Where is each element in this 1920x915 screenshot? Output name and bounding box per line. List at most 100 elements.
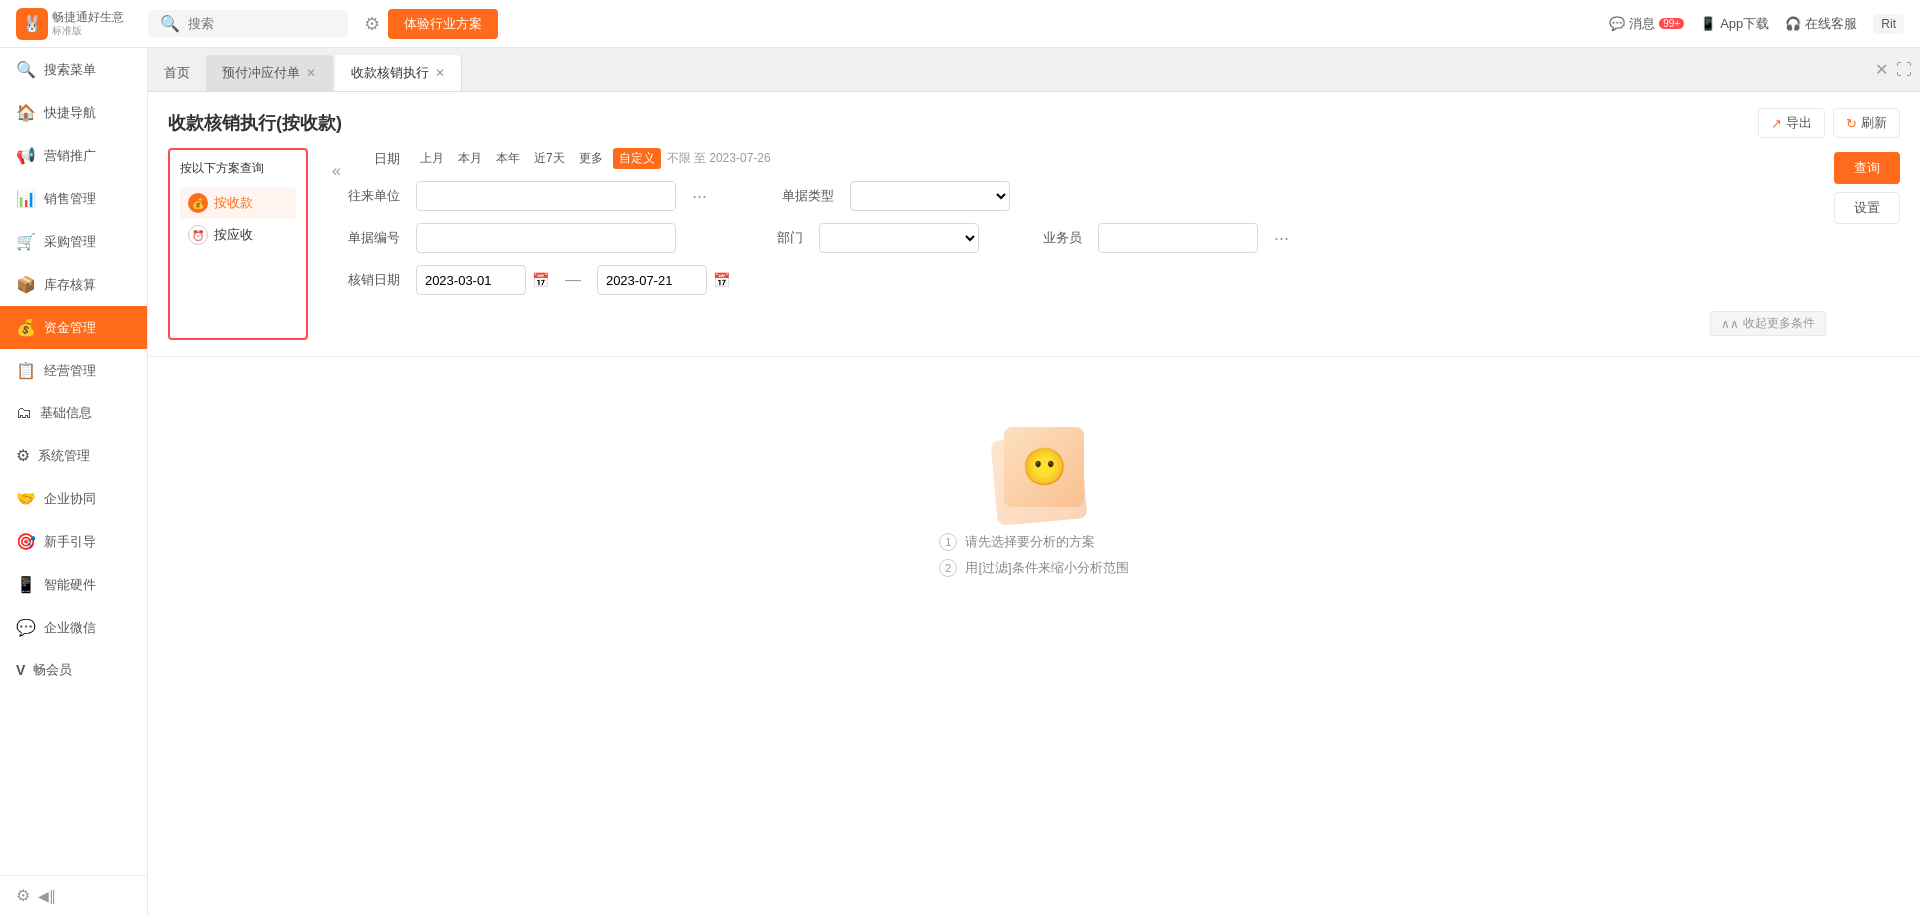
guide-icon: 🎯 xyxy=(16,532,36,551)
sidebar-item-marketing[interactable]: 📢 营销推广 xyxy=(0,134,147,177)
search-input[interactable] xyxy=(188,16,336,31)
settings-icon-btn[interactable]: ⚙ xyxy=(16,886,30,905)
date-custom[interactable]: 自定义 xyxy=(613,148,661,169)
counterparty-more-icon[interactable]: ··· xyxy=(692,186,707,207)
app-edition: 标准版 xyxy=(52,25,124,37)
corp-icon: 🤝 xyxy=(16,489,36,508)
query-button[interactable]: 查询 xyxy=(1834,152,1900,184)
sidebar-item-corp[interactable]: 🤝 企业协同 xyxy=(0,477,147,520)
docno-input[interactable] xyxy=(416,223,676,253)
system-icon: ⚙ xyxy=(16,446,30,465)
sidebar-label-corp: 企业协同 xyxy=(44,490,96,508)
date-last-month[interactable]: 上月 xyxy=(416,148,448,169)
date-more[interactable]: 更多 xyxy=(575,148,607,169)
tab-receivable-label: 收款核销执行 xyxy=(351,64,429,82)
filter-collapse-arrow[interactable]: « xyxy=(328,158,345,184)
finance-icon: 💰 xyxy=(16,318,36,337)
top-bar-right: 💬 消息 99+ 📱 App下载 🎧 在线客服 Rit xyxy=(1609,14,1904,34)
sidebar-label-wechat: 企业微信 xyxy=(44,619,96,637)
filter-main: 日期 上月 本月 本年 近7天 更多 自定义 不限 至 2023-07-26 xyxy=(345,148,1900,340)
dept-select[interactable] xyxy=(819,223,979,253)
sidebar-item-inventory[interactable]: 📦 库存核算 xyxy=(0,263,147,306)
member-icon: V xyxy=(16,662,25,678)
refresh-icon: ↻ xyxy=(1846,116,1857,131)
online-service-area[interactable]: 🎧 在线客服 xyxy=(1785,15,1857,33)
brand-logo-area: 🐰 畅捷通好生意 标准版 xyxy=(16,8,124,40)
dept-label: 部门 xyxy=(748,229,803,247)
empty-tips: 1 请先选择要分析的方案 2 用[过滤]条件来缩小分析范围 xyxy=(939,533,1128,577)
verify-date-end-cal-icon[interactable]: 📅 xyxy=(713,272,730,288)
header-actions: ↗ 导出 ↻ 刷新 xyxy=(1758,108,1900,138)
sidebar-item-wechat[interactable]: 💬 企业微信 xyxy=(0,606,147,649)
basic-icon: 🗂 xyxy=(16,404,32,422)
tab-expand-icon[interactable]: ⛶ xyxy=(1896,61,1912,79)
tab-receivable[interactable]: 收款核销执行 ✕ xyxy=(335,55,462,91)
sidebar: 🔍 搜索菜单 🏠 快捷导航 📢 营销推广 📊 销售管理 🛒 采购管理 📦 库存核… xyxy=(0,48,148,915)
sidebar-item-search[interactable]: 🔍 搜索菜单 xyxy=(0,48,147,91)
gear-button[interactable]: ⚙ xyxy=(356,8,388,40)
tip-num-1: 1 xyxy=(939,533,957,551)
tip-num-2: 2 xyxy=(939,559,957,577)
tab-bar: 首页 预付冲应付单 ✕ 收款核销执行 ✕ ✕ ⛶ xyxy=(148,48,1920,92)
sidebar-item-purchase[interactable]: 🛒 采购管理 xyxy=(0,220,147,263)
sidebar-item-guide[interactable]: 🎯 新手引导 xyxy=(0,520,147,563)
date-this-year[interactable]: 本年 xyxy=(492,148,524,169)
verify-date-start-cal-icon[interactable]: 📅 xyxy=(532,272,549,288)
tab-home[interactable]: 首页 xyxy=(148,55,206,91)
sidebar-item-finance[interactable]: 💰 资金管理 xyxy=(0,306,147,349)
verifydate-label: 核销日期 xyxy=(345,271,400,289)
main-layout: 🔍 搜索菜单 🏠 快捷导航 📢 营销推广 📊 销售管理 🛒 采购管理 📦 库存核… xyxy=(0,48,1920,915)
tab-receivable-close[interactable]: ✕ xyxy=(435,66,445,80)
date-7days[interactable]: 近7天 xyxy=(530,148,569,169)
tab-close-all-icon[interactable]: ✕ xyxy=(1875,60,1888,79)
sidebar-item-quicknav[interactable]: 🏠 快捷导航 xyxy=(0,91,147,134)
collapse-bar: ∧∧ 收起更多条件 xyxy=(345,307,1826,340)
filter-option-by-receivable[interactable]: ⏰ 按应收 xyxy=(180,219,296,251)
verify-date-end-input[interactable] xyxy=(597,265,707,295)
counterparty-label: 往来单位 xyxy=(345,187,400,205)
industry-button[interactable]: 体验行业方案 xyxy=(388,9,498,39)
empty-tip-2-text: 用[过滤]条件来缩小分析范围 xyxy=(965,559,1128,577)
app-download-area[interactable]: 📱 App下载 xyxy=(1700,15,1769,33)
date-range-text: 不限 至 2023-07-26 xyxy=(667,150,771,167)
tab-prepay[interactable]: 预付冲应付单 ✕ xyxy=(206,55,333,91)
collapse-arrow-icon: ∧∧ xyxy=(1721,317,1739,331)
search-area[interactable]: 🔍 xyxy=(148,10,348,37)
staff-input[interactable] xyxy=(1098,223,1258,253)
setting-button[interactable]: 设置 xyxy=(1834,192,1900,224)
filter-option-receivable-label: 按应收 xyxy=(214,226,253,244)
sidebar-item-system[interactable]: ⚙ 系统管理 xyxy=(0,434,147,477)
sidebar-item-operation[interactable]: 📋 经营管理 xyxy=(0,349,147,392)
marketing-icon: 📢 xyxy=(16,146,36,165)
verify-date-start-input[interactable] xyxy=(416,265,526,295)
sidebar-label-guide: 新手引导 xyxy=(44,533,96,551)
counterparty-input[interactable] xyxy=(416,181,676,211)
username-area[interactable]: Rit xyxy=(1873,14,1904,34)
sidebar-label-purchase: 采购管理 xyxy=(44,233,96,251)
date-this-month[interactable]: 本月 xyxy=(454,148,486,169)
refresh-button[interactable]: ↻ 刷新 xyxy=(1833,108,1900,138)
sidebar-item-basic[interactable]: 🗂 基础信息 xyxy=(0,392,147,434)
messages-label: 消息 xyxy=(1629,15,1655,33)
collapse-conditions-btn[interactable]: ∧∧ 收起更多条件 xyxy=(1710,311,1826,336)
export-button[interactable]: ↗ 导出 xyxy=(1758,108,1825,138)
filter-option-by-receipt[interactable]: 💰 按收款 xyxy=(180,187,296,219)
receivable-icon: ⏰ xyxy=(188,225,208,245)
sidebar-item-sales[interactable]: 📊 销售管理 xyxy=(0,177,147,220)
sidebar-item-member[interactable]: V 畅会员 xyxy=(0,649,147,691)
collapse-sidebar-btn[interactable]: ◀‖ xyxy=(38,888,56,904)
messages-area[interactable]: 💬 消息 99+ xyxy=(1609,15,1684,33)
tab-prepay-close[interactable]: ✕ xyxy=(306,66,316,80)
filter-panel: 按以下方案查询 💰 按收款 ⏰ 按应收 « xyxy=(148,148,1920,357)
staff-more-icon[interactable]: ··· xyxy=(1274,228,1289,249)
page-content: 收款核销执行(按收款) ↗ 导出 ↻ 刷新 xyxy=(148,92,1920,915)
purchase-icon: 🛒 xyxy=(16,232,36,251)
sidebar-item-hardware[interactable]: 📱 智能硬件 xyxy=(0,563,147,606)
collapse-conditions-label: 收起更多条件 xyxy=(1743,315,1815,332)
sidebar-label-quicknav: 快捷导航 xyxy=(44,104,96,122)
doctype-select[interactable] xyxy=(850,181,1010,211)
headset-icon: 🎧 xyxy=(1785,16,1801,31)
sidebar-bottom: ⚙ ◀‖ xyxy=(0,875,147,915)
search-menu-icon: 🔍 xyxy=(16,60,36,79)
staff-label: 业务员 xyxy=(1027,229,1082,247)
